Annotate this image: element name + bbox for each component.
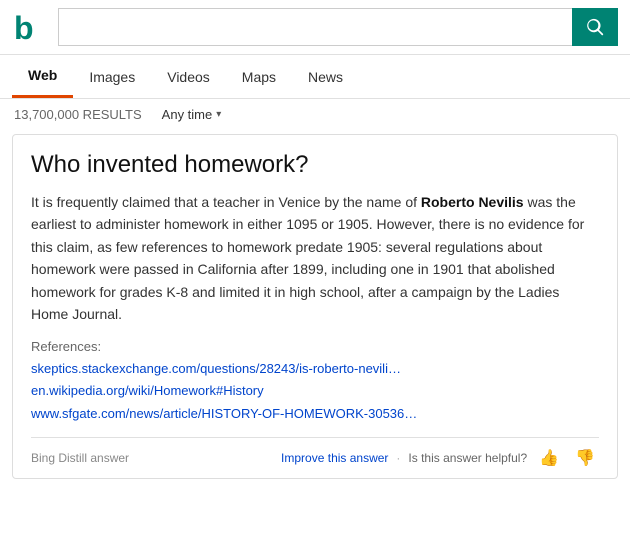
answer-body-name: Roberto Nevilis (421, 194, 524, 210)
results-count: 13,700,000 RESULTS (14, 107, 142, 122)
search-bar: who invented homework (58, 8, 618, 46)
thumbs-down-button[interactable]: 👎 (571, 446, 599, 470)
answer-body: It is frequently claimed that a teacher … (31, 191, 599, 325)
tab-images[interactable]: Images (73, 57, 151, 97)
search-button[interactable] (572, 8, 618, 46)
answer-title: Who invented homework? (31, 151, 599, 179)
tab-videos[interactable]: Videos (151, 57, 226, 97)
svg-text:b: b (14, 10, 34, 45)
references-section: References: skeptics.stackexchange.com/q… (31, 339, 599, 424)
feedback-area: Improve this answer · Is this answer hel… (281, 446, 599, 470)
nav-tabs: Web Images Videos Maps News (0, 55, 630, 99)
tab-web[interactable]: Web (12, 55, 73, 98)
filter-label: Any time (162, 107, 213, 122)
header: b who invented homework (0, 0, 630, 55)
results-header: 13,700,000 RESULTS Any time ▾ (0, 99, 630, 130)
answer-card: Who invented homework? It is frequently … (12, 134, 618, 479)
bing-logo: b (12, 9, 48, 45)
reference-link-2[interactable]: www.sfgate.com/news/article/HISTORY-OF-H… (31, 403, 599, 425)
separator: · (396, 451, 400, 465)
filter-dropdown[interactable]: Any time ▾ (162, 107, 222, 122)
helpful-label: Is this answer helpful? (408, 451, 527, 465)
search-icon (585, 17, 605, 37)
answer-footer: Bing Distill answer Improve this answer … (31, 437, 599, 478)
search-input[interactable]: who invented homework (58, 8, 572, 46)
thumbs-up-icon: 👍 (539, 450, 559, 467)
chevron-down-icon: ▾ (216, 109, 221, 120)
tab-news[interactable]: News (292, 57, 359, 97)
answer-body-rest: was the earliest to administer homework … (31, 194, 584, 322)
distill-label: Bing Distill answer (31, 451, 129, 465)
references-label: References: (31, 339, 599, 354)
answer-body-intro: It is frequently claimed that a teacher … (31, 194, 421, 210)
reference-link-1[interactable]: en.wikipedia.org/wiki/Homework#History (31, 380, 599, 402)
thumbs-up-button[interactable]: 👍 (535, 446, 563, 470)
reference-link-0[interactable]: skeptics.stackexchange.com/questions/282… (31, 358, 599, 380)
improve-answer-link[interactable]: Improve this answer (281, 451, 388, 465)
thumbs-down-icon: 👎 (575, 450, 595, 467)
tab-maps[interactable]: Maps (226, 57, 292, 97)
